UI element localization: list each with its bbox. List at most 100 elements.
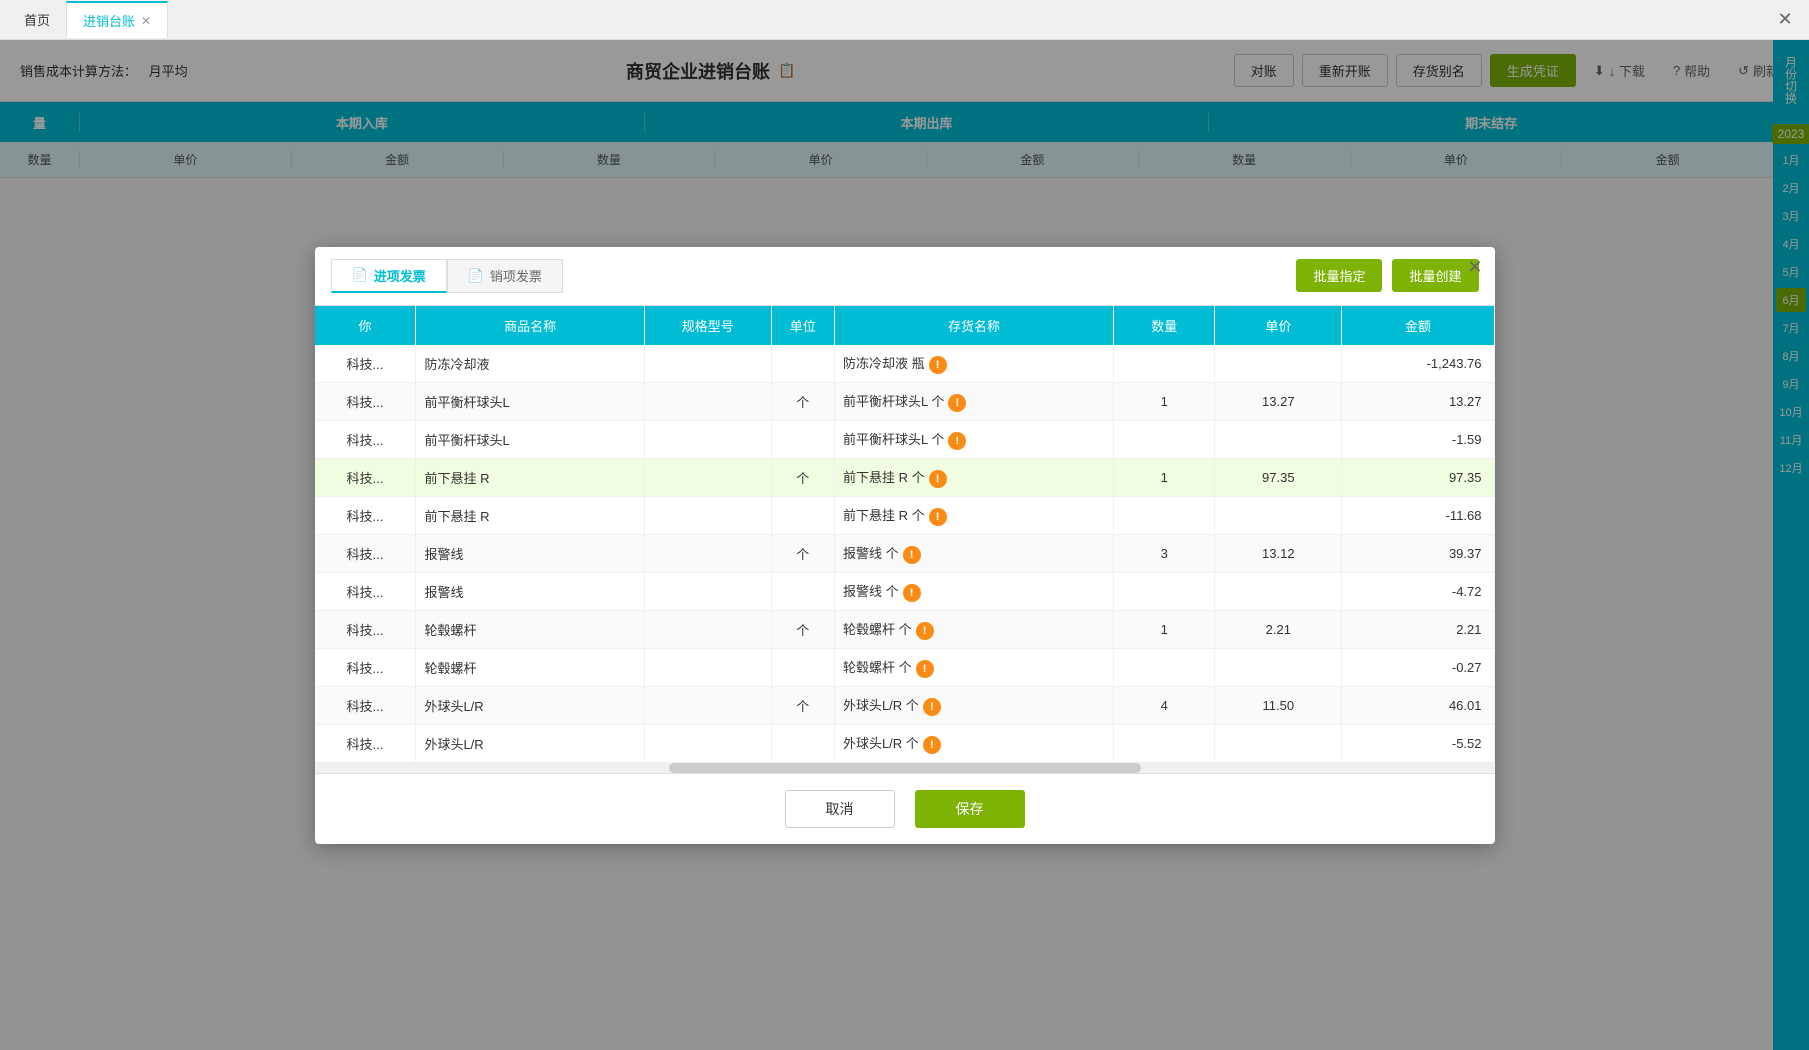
main-page: 销售成本计算方法： 月平均 商贸企业进销台账 📋 对账 重新开账 存货别名 生成… xyxy=(0,40,1809,1050)
cell-spec xyxy=(644,534,771,572)
table-row: 科技... 防冻冷却液 防冻冷却液 瓶! -1,243.76 xyxy=(315,345,1495,383)
tab-output-invoice[interactable]: 📄 销项发票 xyxy=(447,259,563,293)
cell-product: 防冻冷却液 xyxy=(416,345,644,383)
modal-overlay: 📄 进项发票 📄 销项发票 批量指定 批量创建 ✕ xyxy=(0,40,1809,1050)
cell-spec xyxy=(644,420,771,458)
col-company: 你 xyxy=(315,306,416,345)
cell-quantity: 1 xyxy=(1113,382,1214,420)
cell-unit xyxy=(771,345,834,383)
cell-spec xyxy=(644,496,771,534)
table-row: 科技... 轮毂螺杆 个 轮毂螺杆 个! 1 2.21 2.21 xyxy=(315,610,1495,648)
cell-unit-price xyxy=(1215,420,1342,458)
cell-spec xyxy=(644,458,771,496)
table-row: 科技... 外球头L/R 外球头L/R 个! -5.52 xyxy=(315,724,1495,762)
batch-create-button[interactable]: 批量创建 xyxy=(1392,259,1478,292)
cell-unit-price: 2.21 xyxy=(1215,610,1342,648)
cell-company: 科技... xyxy=(315,496,416,534)
cell-spec xyxy=(644,382,771,420)
cell-quantity xyxy=(1113,420,1214,458)
cell-unit-price xyxy=(1215,572,1342,610)
table-row: 科技... 前下悬挂 R 前下悬挂 R 个! -11.68 xyxy=(315,496,1495,534)
cell-company: 科技... xyxy=(315,420,416,458)
cell-inventory: 外球头L/R 个! xyxy=(834,686,1113,724)
cell-spec xyxy=(644,572,771,610)
batch-assign-button[interactable]: 批量指定 xyxy=(1296,259,1382,292)
warn-icon: ! xyxy=(903,546,921,564)
cell-unit: 个 xyxy=(771,610,834,648)
table-row: 科技... 外球头L/R 个 外球头L/R 个! 4 11.50 46.01 xyxy=(315,686,1495,724)
cell-amount: 46.01 xyxy=(1342,686,1494,724)
warn-icon: ! xyxy=(916,622,934,640)
cell-quantity xyxy=(1113,648,1214,686)
tab-bar: 首页 进销台账 ✕ ✕ xyxy=(0,0,1809,40)
window-close-button[interactable]: ✕ xyxy=(1769,4,1801,36)
cell-unit: 个 xyxy=(771,458,834,496)
cell-inventory: 报警线 个! xyxy=(834,534,1113,572)
cell-quantity xyxy=(1113,572,1214,610)
cell-amount: 2.21 xyxy=(1342,610,1494,648)
table-row: 科技... 报警线 报警线 个! -4.72 xyxy=(315,572,1495,610)
cell-amount: -0.27 xyxy=(1342,648,1494,686)
col-spec: 规格型号 xyxy=(644,306,771,345)
cell-quantity xyxy=(1113,345,1214,383)
cell-unit-price: 11.50 xyxy=(1215,686,1342,724)
cell-unit xyxy=(771,724,834,762)
cell-unit xyxy=(771,648,834,686)
warn-icon: ! xyxy=(948,432,966,450)
cell-amount: 97.35 xyxy=(1342,458,1494,496)
warn-icon: ! xyxy=(929,470,947,488)
cell-product: 报警线 xyxy=(416,534,644,572)
cell-spec xyxy=(644,610,771,648)
warn-icon: ! xyxy=(923,698,941,716)
warn-icon: ! xyxy=(929,508,947,526)
modal-scrollbar-thumb[interactable] xyxy=(669,763,1141,773)
cell-company: 科技... xyxy=(315,382,416,420)
save-button[interactable]: 保存 xyxy=(915,790,1025,828)
cell-unit: 个 xyxy=(771,686,834,724)
modal-scrollbar[interactable] xyxy=(315,763,1495,773)
cell-amount: -4.72 xyxy=(1342,572,1494,610)
col-inventory: 存货名称 xyxy=(834,306,1113,345)
tab-home[interactable]: 首页 xyxy=(8,2,66,37)
cancel-button[interactable]: 取消 xyxy=(785,790,895,828)
cell-company: 科技... xyxy=(315,686,416,724)
modal-header-actions: 批量指定 批量创建 xyxy=(1296,259,1478,292)
tab-ledger[interactable]: 进销台账 ✕ xyxy=(66,1,168,38)
table-row: 科技... 前平衡杆球头L 前平衡杆球头L 个! -1.59 xyxy=(315,420,1495,458)
cell-company: 科技... xyxy=(315,572,416,610)
cell-amount: -1,243.76 xyxy=(1342,345,1494,383)
cell-unit: 个 xyxy=(771,382,834,420)
cell-quantity: 3 xyxy=(1113,534,1214,572)
cell-product: 前下悬挂 R xyxy=(416,496,644,534)
cell-amount: -11.68 xyxy=(1342,496,1494,534)
cell-unit-price xyxy=(1215,648,1342,686)
cell-unit-price: 97.35 xyxy=(1215,458,1342,496)
cell-quantity: 4 xyxy=(1113,686,1214,724)
cell-amount: 39.37 xyxy=(1342,534,1494,572)
modal-footer: 取消 保存 xyxy=(315,773,1495,844)
cell-spec xyxy=(644,648,771,686)
cell-quantity xyxy=(1113,724,1214,762)
cell-product: 前平衡杆球头L xyxy=(416,420,644,458)
cell-amount: -1.59 xyxy=(1342,420,1494,458)
tab-close-icon[interactable]: ✕ xyxy=(141,14,151,28)
cell-inventory: 前平衡杆球头L 个! xyxy=(834,382,1113,420)
input-invoice-icon: 📄 xyxy=(352,267,368,283)
cell-inventory: 报警线 个! xyxy=(834,572,1113,610)
cell-inventory: 前下悬挂 R 个! xyxy=(834,458,1113,496)
col-unit: 单位 xyxy=(771,306,834,345)
table-row: 科技... 前下悬挂 R 个 前下悬挂 R 个! 1 97.35 97.35 xyxy=(315,458,1495,496)
col-amount: 金额 xyxy=(1342,306,1494,345)
warn-icon: ! xyxy=(916,660,934,678)
cell-product: 外球头L/R xyxy=(416,724,644,762)
cell-company: 科技... xyxy=(315,610,416,648)
col-product-name: 商品名称 xyxy=(416,306,644,345)
cell-unit xyxy=(771,496,834,534)
modal-close-button[interactable]: ✕ xyxy=(1467,257,1482,278)
cell-inventory: 外球头L/R 个! xyxy=(834,724,1113,762)
tab-input-invoice[interactable]: 📄 进项发票 xyxy=(331,259,447,293)
cell-company: 科技... xyxy=(315,458,416,496)
cell-inventory: 轮毂螺杆 个! xyxy=(834,648,1113,686)
cell-inventory: 轮毂螺杆 个! xyxy=(834,610,1113,648)
cell-product: 前下悬挂 R xyxy=(416,458,644,496)
